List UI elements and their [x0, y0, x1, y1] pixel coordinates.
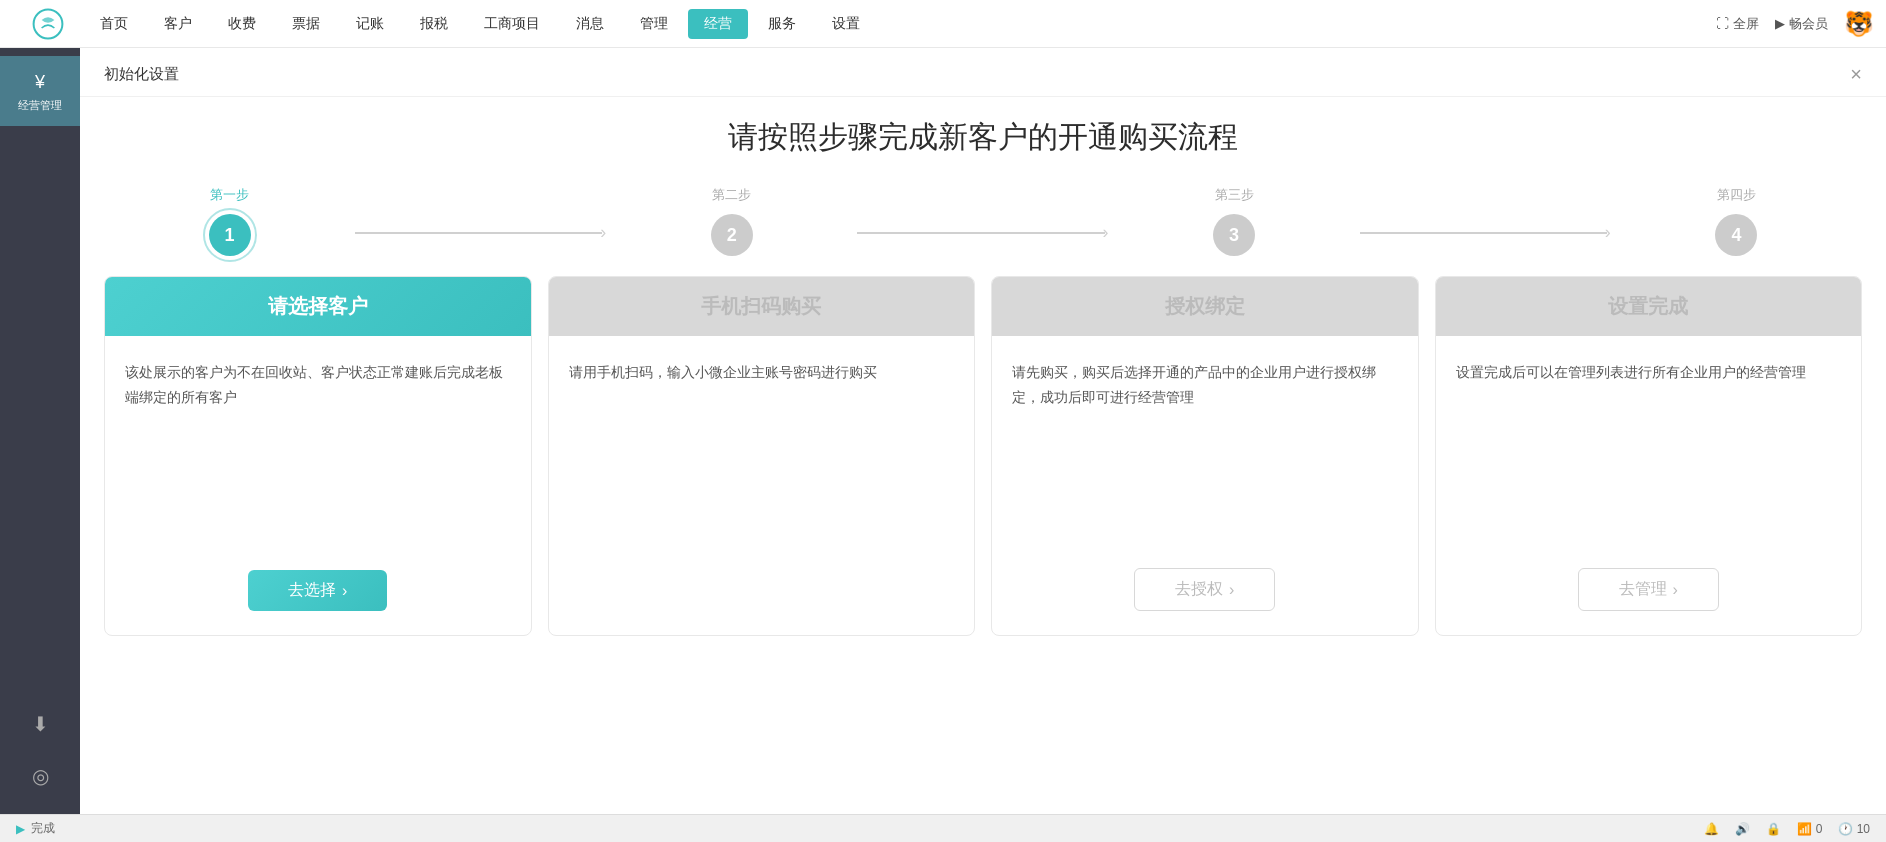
card-body-2: 请用手机扫码，输入小微企业主账号密码进行购买 — [549, 336, 975, 595]
top-nav: 首页 客户 收费 票据 记账 报税 工商项目 消息 管理 经营 服务 设置 ⛶ … — [0, 0, 1886, 48]
card-footer-4: 去管理 › — [1436, 552, 1862, 635]
steps-wrapper: 请按照步骤完成新客户的开通购买流程 第一步 1 › 第二步 2 — [80, 97, 1886, 636]
sidebar: ¥ 经营管理 ⬇ ◎ — [0, 48, 80, 814]
vip-icon: ▶ — [1775, 16, 1785, 31]
sidebar-download[interactable]: ⬇ — [0, 702, 80, 746]
nav-manage[interactable]: 管理 — [624, 9, 684, 39]
card-header-3: 授权绑定 — [992, 277, 1418, 336]
main-area: ¥ 经营管理 ⬇ ◎ 初始化设置 × 请按照步骤完成新客户的开通购买流程 第一步… — [0, 48, 1886, 814]
nav-ticket[interactable]: 票据 — [276, 9, 336, 39]
status-bar: ▶ 完成 🔔 🔊 🔒 📶 0 🕐 10 — [0, 814, 1886, 842]
fullscreen-icon: ⛶ — [1716, 16, 1729, 31]
connector-1: › — [355, 186, 606, 243]
nav-service[interactable]: 服务 — [752, 9, 812, 39]
svg-point-0 — [34, 9, 63, 38]
step-card-1: 请选择客户 该处展示的客户为不在回收站、客户状态正常建账后完成老板端绑定的所有客… — [104, 276, 532, 636]
step-card-3: 授权绑定 请先购买，购买后选择开通的产品中的企业用户进行授权绑定，成功后即可进行… — [991, 276, 1419, 636]
sidebar-item-operation[interactable]: ¥ 经营管理 — [0, 56, 80, 126]
nav-items: 首页 客户 收费 票据 记账 报税 工商项目 消息 管理 经营 服务 设置 — [84, 9, 1716, 39]
fullscreen-btn[interactable]: ⛶ 全屏 — [1716, 15, 1759, 33]
step-card-2: 手机扫码购买 请用手机扫码，输入小微企业主账号密码进行购买 — [548, 276, 976, 636]
go-auth-button[interactable]: 去授权 › — [1134, 568, 1275, 611]
card-body-4: 设置完成后可以在管理列表进行所有企业用户的经营管理 — [1436, 336, 1862, 552]
notification-icon[interactable]: 🔔 — [1704, 822, 1719, 836]
step-node-2: 第二步 2 — [606, 186, 857, 256]
nav-right: ⛶ 全屏 ▶ 畅会员 🐯 — [1716, 10, 1874, 38]
step-node-4: 第四步 4 — [1611, 186, 1862, 256]
step-label-4: 第四步 — [1717, 186, 1756, 204]
logo-icon — [32, 8, 64, 40]
steps-visual: 第一步 1 › 第二步 2 › — [104, 186, 1862, 256]
step-circle-2: 2 — [711, 214, 753, 256]
nav-biz[interactable]: 工商项目 — [468, 9, 556, 39]
sidebar-help[interactable]: ◎ — [0, 754, 80, 798]
card-body-3: 请先购买，购买后选择开通的产品中的企业用户进行授权绑定，成功后即可进行经营管理 — [992, 336, 1418, 552]
go-manage-button[interactable]: 去管理 › — [1578, 568, 1719, 611]
play-icon: ▶ — [16, 822, 25, 836]
clock: 🕐 10 — [1838, 822, 1870, 836]
step-circle-3: 3 — [1213, 214, 1255, 256]
nav-customer[interactable]: 客户 — [148, 9, 208, 39]
nav-settings[interactable]: 设置 — [816, 9, 876, 39]
content-header: 初始化设置 × — [80, 48, 1886, 97]
card-header-4: 设置完成 — [1436, 277, 1862, 336]
connector-3: › — [1360, 186, 1611, 243]
vip-btn[interactable]: ▶ 畅会员 — [1775, 15, 1828, 33]
logo[interactable] — [12, 0, 84, 48]
card-footer-1: 去选择 › — [105, 554, 531, 635]
card-body-1: 该处展示的客户为不在回收站、客户状态正常建账后完成老板端绑定的所有客户 — [105, 336, 531, 554]
card-footer-2 — [549, 595, 975, 635]
page-title: 初始化设置 — [104, 65, 179, 84]
card-header-1: 请选择客户 — [105, 277, 531, 336]
main-title: 请按照步骤完成新客户的开通购买流程 — [104, 117, 1862, 158]
status-bar-left: ▶ 完成 — [16, 820, 55, 837]
network-status: 📶 0 — [1797, 822, 1822, 836]
step-node-3: 第三步 3 — [1109, 186, 1360, 256]
connector-2: › — [857, 186, 1108, 243]
content: 初始化设置 × 请按照步骤完成新客户的开通购买流程 第一步 1 › — [80, 48, 1886, 814]
close-button[interactable]: × — [1850, 64, 1862, 84]
status-text: 完成 — [31, 820, 55, 837]
nav-accounting[interactable]: 记账 — [340, 9, 400, 39]
volume-icon[interactable]: 🔊 — [1735, 822, 1750, 836]
step-circle-4: 4 — [1715, 214, 1757, 256]
step-node-1: 第一步 1 — [104, 186, 355, 256]
nav-fee[interactable]: 收费 — [212, 9, 272, 39]
step-card-4: 设置完成 设置完成后可以在管理列表进行所有企业用户的经营管理 去管理 › — [1435, 276, 1863, 636]
card-footer-3: 去授权 › — [992, 552, 1418, 635]
nav-operation[interactable]: 经营 — [688, 9, 748, 39]
card-header-2: 手机扫码购买 — [549, 277, 975, 336]
step-label-2: 第二步 — [712, 186, 751, 204]
cards-row: 请选择客户 该处展示的客户为不在回收站、客户状态正常建账后完成老板端绑定的所有客… — [104, 276, 1862, 636]
nav-home[interactable]: 首页 — [84, 9, 144, 39]
avatar[interactable]: 🐯 — [1844, 10, 1874, 38]
go-select-button[interactable]: 去选择 › — [248, 570, 387, 611]
step-label-1: 第一步 — [210, 186, 249, 204]
nav-message[interactable]: 消息 — [560, 9, 620, 39]
sidebar-bottom: ⬇ ◎ — [0, 702, 80, 814]
step-circle-1: 1 — [209, 214, 251, 256]
yuan-icon: ¥ — [28, 70, 52, 94]
nav-tax[interactable]: 报税 — [404, 9, 464, 39]
lock-icon[interactable]: 🔒 — [1766, 822, 1781, 836]
step-label-3: 第三步 — [1215, 186, 1254, 204]
status-bar-right: 🔔 🔊 🔒 📶 0 🕐 10 — [1704, 822, 1870, 836]
